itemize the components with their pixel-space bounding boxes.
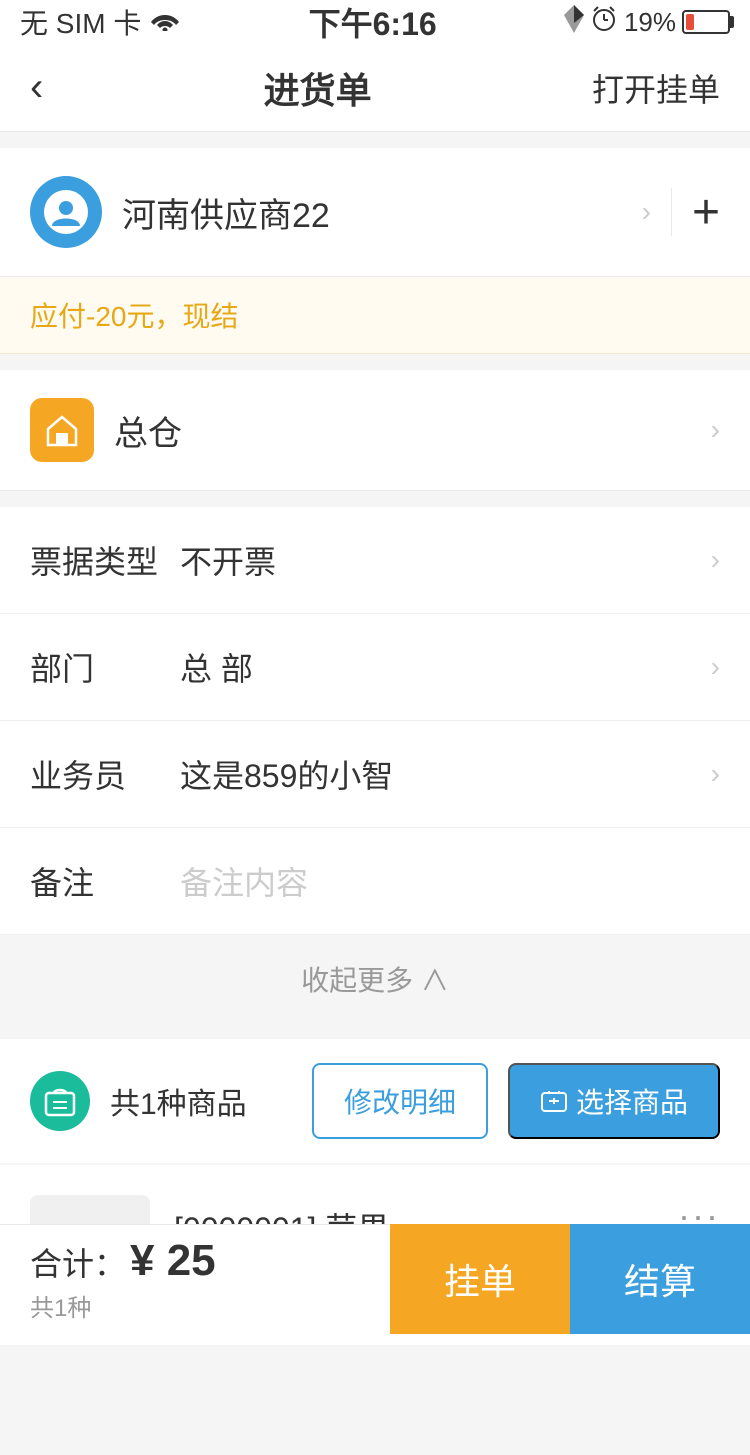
note-label: 备注 [30, 858, 160, 904]
avatar-inner [44, 190, 88, 234]
add-supplier-button[interactable]: + [692, 185, 720, 240]
status-right: 19% [564, 5, 730, 40]
supplier-section: 河南供应商22 › + 应付-20元，现结 [0, 148, 750, 354]
sales-chevron-icon: › [711, 758, 720, 790]
warehouse-name: 总仓 [114, 406, 711, 455]
sales-value: 这是859的小智 [160, 751, 711, 797]
total-label: 合计： [30, 1239, 126, 1285]
total-amount: ¥ 25 [130, 1236, 216, 1286]
supplier-avatar [30, 176, 102, 248]
sales-row[interactable]: 业务员 这是859的小智 › [0, 721, 750, 828]
dept-row[interactable]: 部门 总 部 › [0, 614, 750, 721]
select-product-button[interactable]: 选择商品 [508, 1063, 720, 1139]
dept-value: 总 部 [160, 644, 711, 690]
invoice-label: 票据类型 [30, 537, 160, 583]
collapse-label: 收起更多 ∧ [301, 959, 449, 999]
hang-label: 挂单 [444, 1253, 516, 1305]
supplier-row[interactable]: 河南供应商22 › + [0, 148, 750, 277]
warehouse-icon [30, 398, 94, 462]
note-row[interactable]: 备注 备注内容 [0, 828, 750, 935]
sales-label: 业务员 [30, 751, 160, 797]
supplier-name: 河南供应商22 [122, 188, 642, 237]
checkout-button[interactable]: 结算 [570, 1224, 750, 1334]
invoice-row[interactable]: 票据类型 不开票 › [0, 507, 750, 614]
dept-chevron-icon: › [711, 651, 720, 683]
supplier-actions: › + [642, 185, 720, 240]
form-section: 票据类型 不开票 › 部门 总 部 › 业务员 这是859的小智 › 备注 备注… [0, 507, 750, 935]
hang-button[interactable]: 挂单 [390, 1224, 570, 1334]
battery-label: 19% [624, 7, 676, 38]
status-bar: 无 SIM 卡 下午6:16 19% [0, 0, 750, 44]
supplier-notice: 应付-20元，现结 [0, 277, 750, 354]
warehouse-chevron-icon: › [711, 414, 720, 446]
battery-icon [682, 10, 730, 34]
supplier-chevron-icon: › [642, 196, 651, 228]
status-left: 无 SIM 卡 [20, 2, 181, 42]
location-icon [564, 5, 584, 40]
status-time: 下午6:16 [309, 0, 437, 45]
bottom-summary: 合计： ¥ 25 共1种 [0, 1224, 390, 1334]
open-hang-button[interactable]: 打开挂单 [592, 65, 720, 111]
nav-bar: ‹ 进货单 打开挂单 [0, 44, 750, 132]
dept-label: 部门 [30, 644, 160, 690]
wifi-icon [149, 6, 181, 38]
products-count: 共1种商品 [110, 1079, 292, 1123]
products-icon [30, 1071, 90, 1131]
invoice-chevron-icon: › [711, 544, 720, 576]
edit-detail-button[interactable]: 修改明细 [312, 1063, 488, 1139]
bottom-bar: 合计： ¥ 25 共1种 挂单 结算 [0, 1224, 750, 1334]
alarm-icon [590, 5, 618, 40]
page-title: 进货单 [264, 62, 372, 114]
collapse-row[interactable]: 收起更多 ∧ [0, 935, 750, 1023]
invoice-value: 不开票 [160, 537, 711, 583]
warehouse-row[interactable]: 总仓 › [0, 370, 750, 491]
carrier-label: 无 SIM 卡 [20, 2, 141, 42]
select-product-label: 选择商品 [576, 1081, 688, 1121]
products-header: 共1种商品 修改明细 选择商品 [0, 1039, 750, 1163]
product-count-label: 共1种 [30, 1288, 360, 1323]
checkout-label: 结算 [624, 1253, 696, 1305]
note-input[interactable]: 备注内容 [160, 858, 720, 904]
back-button[interactable]: ‹ [30, 65, 43, 110]
warehouse-section: 总仓 › [0, 370, 750, 491]
